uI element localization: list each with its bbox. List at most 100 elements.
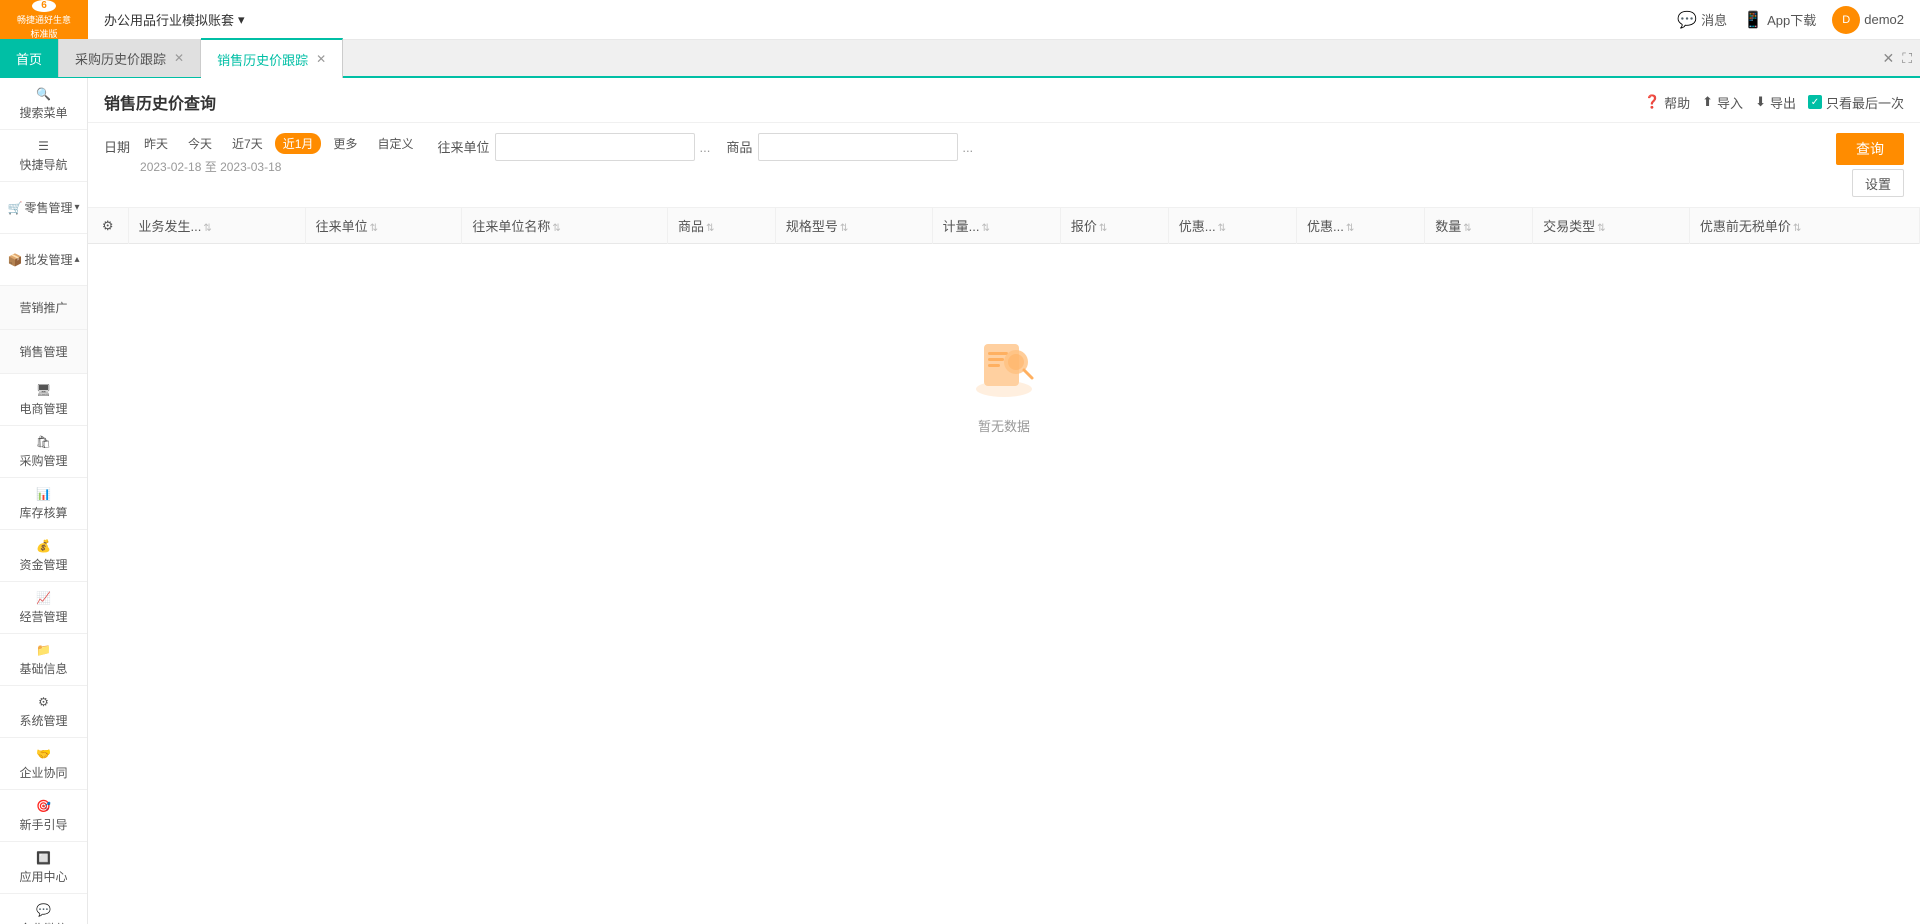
- sidebar-item-sales-mgmt[interactable]: 销售管理: [0, 330, 87, 374]
- th-quoted-price[interactable]: 报价⇅: [1060, 208, 1168, 244]
- gear-icon: ⚙: [102, 218, 114, 233]
- logo-area: 6 畅捷通好生意 标准版: [0, 0, 88, 40]
- tab-purchase-history[interactable]: 采购历史价跟踪 ✕: [59, 39, 201, 77]
- sort-icon: ⇅: [203, 223, 211, 234]
- date-option-custom[interactable]: 自定义: [369, 133, 421, 154]
- import-icon: ⬆: [1702, 94, 1713, 110]
- only-latest-checkbox[interactable]: ✓ 只看最后一次: [1808, 93, 1904, 112]
- sidebar-item-quick-nav[interactable]: ☰ 快捷导航: [0, 130, 87, 182]
- app-center-icon: 🔲: [36, 851, 51, 865]
- date-range-text: 2023-02-18 至 2023-03-18: [136, 158, 421, 175]
- sidebar-item-label: 新手引导: [19, 816, 67, 833]
- date-option-today[interactable]: 今天: [180, 133, 220, 154]
- tab-sales-history[interactable]: 销售历史价跟踪 ✕: [201, 38, 343, 78]
- th-discount1[interactable]: 优惠...⇅: [1168, 208, 1296, 244]
- retail-icon: 🛒: [8, 201, 23, 215]
- page-title: 销售历史价查询: [104, 90, 216, 114]
- date-options: 昨天 今天 近7天 近1月 更多 自定义: [136, 133, 421, 154]
- partner-dots-btn[interactable]: ...: [699, 140, 710, 155]
- help-icon: ❓: [1644, 94, 1660, 110]
- th-partner-name[interactable]: 往来单位名称⇅: [462, 208, 668, 244]
- sidebar-item-enterprise-collab[interactable]: 🤝 企业协同: [0, 738, 87, 790]
- tab-sales-history-label: 销售历史价跟踪: [217, 50, 308, 69]
- sidebar-item-inventory[interactable]: 📊 库存核算: [0, 478, 87, 530]
- import-btn[interactable]: ⬆ 导入: [1702, 93, 1743, 112]
- sidebar-item-new-guide[interactable]: 🎯 新手引导: [0, 790, 87, 842]
- page-actions: ❓ 帮助 ⬆ 导入 ⬇ 导出 ✓ 只看最后一次: [1644, 93, 1904, 112]
- product-dots-btn[interactable]: ...: [962, 140, 973, 155]
- date-filter-group: 日期 昨天 今天 近7天 近1月 更多 自定义 2023-02-18 至 202…: [104, 133, 421, 175]
- purchase-icon: 🛍: [36, 435, 51, 449]
- th-product[interactable]: 商品⇅: [667, 208, 775, 244]
- sort-icon: ⇅: [370, 223, 378, 234]
- sidebar-item-label: 企业微信: [19, 920, 67, 924]
- expand-icon[interactable]: ⛶: [1902, 50, 1912, 67]
- message-btn[interactable]: 💬 消息: [1677, 10, 1727, 30]
- help-label: 帮助: [1664, 93, 1690, 112]
- th-unit[interactable]: 计量...⇅: [932, 208, 1060, 244]
- sidebar-item-basic-info[interactable]: 📁 基础信息: [0, 634, 87, 686]
- th-pre-tax-price[interactable]: 优惠前无税单价⇅: [1689, 208, 1919, 244]
- ecommerce-icon: 🖥: [36, 383, 51, 397]
- user-area[interactable]: D demo2: [1832, 6, 1904, 34]
- sort-icon: ⇅: [1218, 223, 1226, 234]
- sidebar-item-label: 电商管理: [19, 400, 67, 417]
- sidebar-item-wholesale-mgmt[interactable]: 📦 批发管理 ▴: [0, 234, 87, 286]
- main-layout: 🔍 搜索菜单 ☰ 快捷导航 🛒 零售管理 ▾ 📦 批发管理 ▴ 营销推广 销售管…: [0, 78, 1920, 924]
- sidebar-item-finance-mgmt[interactable]: 💰 资金管理: [0, 530, 87, 582]
- settings-button[interactable]: 设置: [1852, 169, 1904, 197]
- sidebar-item-purchase-mgmt[interactable]: 🛍 采购管理: [0, 426, 87, 478]
- sidebar-item-label: 销售管理: [19, 343, 67, 360]
- th-gear[interactable]: ⚙: [88, 208, 128, 244]
- th-biz-date[interactable]: 业务发生...⇅: [128, 208, 305, 244]
- sidebar-item-label: 经营管理: [19, 608, 67, 625]
- close-all-icon[interactable]: ✕: [1882, 50, 1894, 67]
- sidebar-item-marketing[interactable]: 营销推广: [0, 286, 87, 330]
- sidebar-item-retail-mgmt[interactable]: 🛒 零售管理 ▾: [0, 182, 87, 234]
- export-btn[interactable]: ⬇ 导出: [1755, 93, 1796, 112]
- product-input-group: ...: [758, 133, 973, 161]
- sidebar-item-enterprise-wechat[interactable]: 💬 企业微信: [0, 894, 87, 924]
- sidebar-item-ops-mgmt[interactable]: 📈 经营管理: [0, 582, 87, 634]
- th-discount2[interactable]: 优惠...⇅: [1296, 208, 1424, 244]
- date-filter-content: 昨天 今天 近7天 近1月 更多 自定义 2023-02-18 至 2023-0…: [136, 133, 421, 175]
- tab-sales-history-close[interactable]: ✕: [316, 52, 326, 66]
- sidebar-item-label: 基础信息: [19, 660, 67, 677]
- app-download-btn[interactable]: 📱 App下载: [1743, 10, 1816, 30]
- empty-text: 暂无数据: [978, 416, 1030, 435]
- sidebar-item-label: 采购管理: [19, 452, 67, 469]
- date-option-last7[interactable]: 近7天: [224, 133, 271, 154]
- app-selector[interactable]: 办公用品行业模拟账套 ▾: [96, 6, 253, 33]
- tab-purchase-history-close[interactable]: ✕: [174, 51, 184, 65]
- sidebar-item-label: 库存核算: [19, 504, 67, 521]
- date-option-last1m[interactable]: 近1月: [275, 133, 322, 154]
- help-btn[interactable]: ❓ 帮助: [1644, 93, 1690, 112]
- date-option-more[interactable]: 更多: [325, 133, 365, 154]
- product-input[interactable]: [758, 133, 958, 161]
- th-spec[interactable]: 规格型号⇅: [775, 208, 932, 244]
- sort-icon: ⇅: [1793, 223, 1801, 234]
- nav-icon: ☰: [38, 139, 49, 153]
- sidebar-item-label: 快捷导航: [19, 156, 67, 173]
- wholesale-icon: 📦: [8, 253, 23, 267]
- th-quantity[interactable]: 数量⇅: [1425, 208, 1533, 244]
- query-button[interactable]: 查询: [1836, 133, 1904, 165]
- sidebar-item-search-menu[interactable]: 🔍 搜索菜单: [0, 78, 87, 130]
- th-partner-code[interactable]: 往来单位⇅: [305, 208, 462, 244]
- sidebar-item-app-center[interactable]: 🔲 应用中心: [0, 842, 87, 894]
- basic-icon: 📁: [36, 643, 51, 657]
- sidebar-item-ecommerce-mgmt[interactable]: 🖥 电商管理: [0, 374, 87, 426]
- checkbox-icon: ✓: [1808, 95, 1822, 109]
- date-option-yesterday[interactable]: 昨天: [136, 133, 176, 154]
- avatar: D: [1832, 6, 1860, 34]
- header-right: 💬 消息 📱 App下载 D demo2: [1677, 6, 1904, 34]
- partner-filter-group: 往来单位 ...: [437, 133, 710, 161]
- sort-icon: ⇅: [1099, 223, 1107, 234]
- sidebar-item-system-mgmt[interactable]: ⚙ 系统管理: [0, 686, 87, 738]
- partner-input[interactable]: [495, 133, 695, 161]
- search-icon: 🔍: [36, 87, 51, 101]
- message-label: 消息: [1701, 10, 1727, 29]
- th-trade-type[interactable]: 交易类型⇅: [1533, 208, 1690, 244]
- sort-icon: ⇅: [1346, 223, 1354, 234]
- tab-home[interactable]: 首页: [0, 39, 59, 77]
